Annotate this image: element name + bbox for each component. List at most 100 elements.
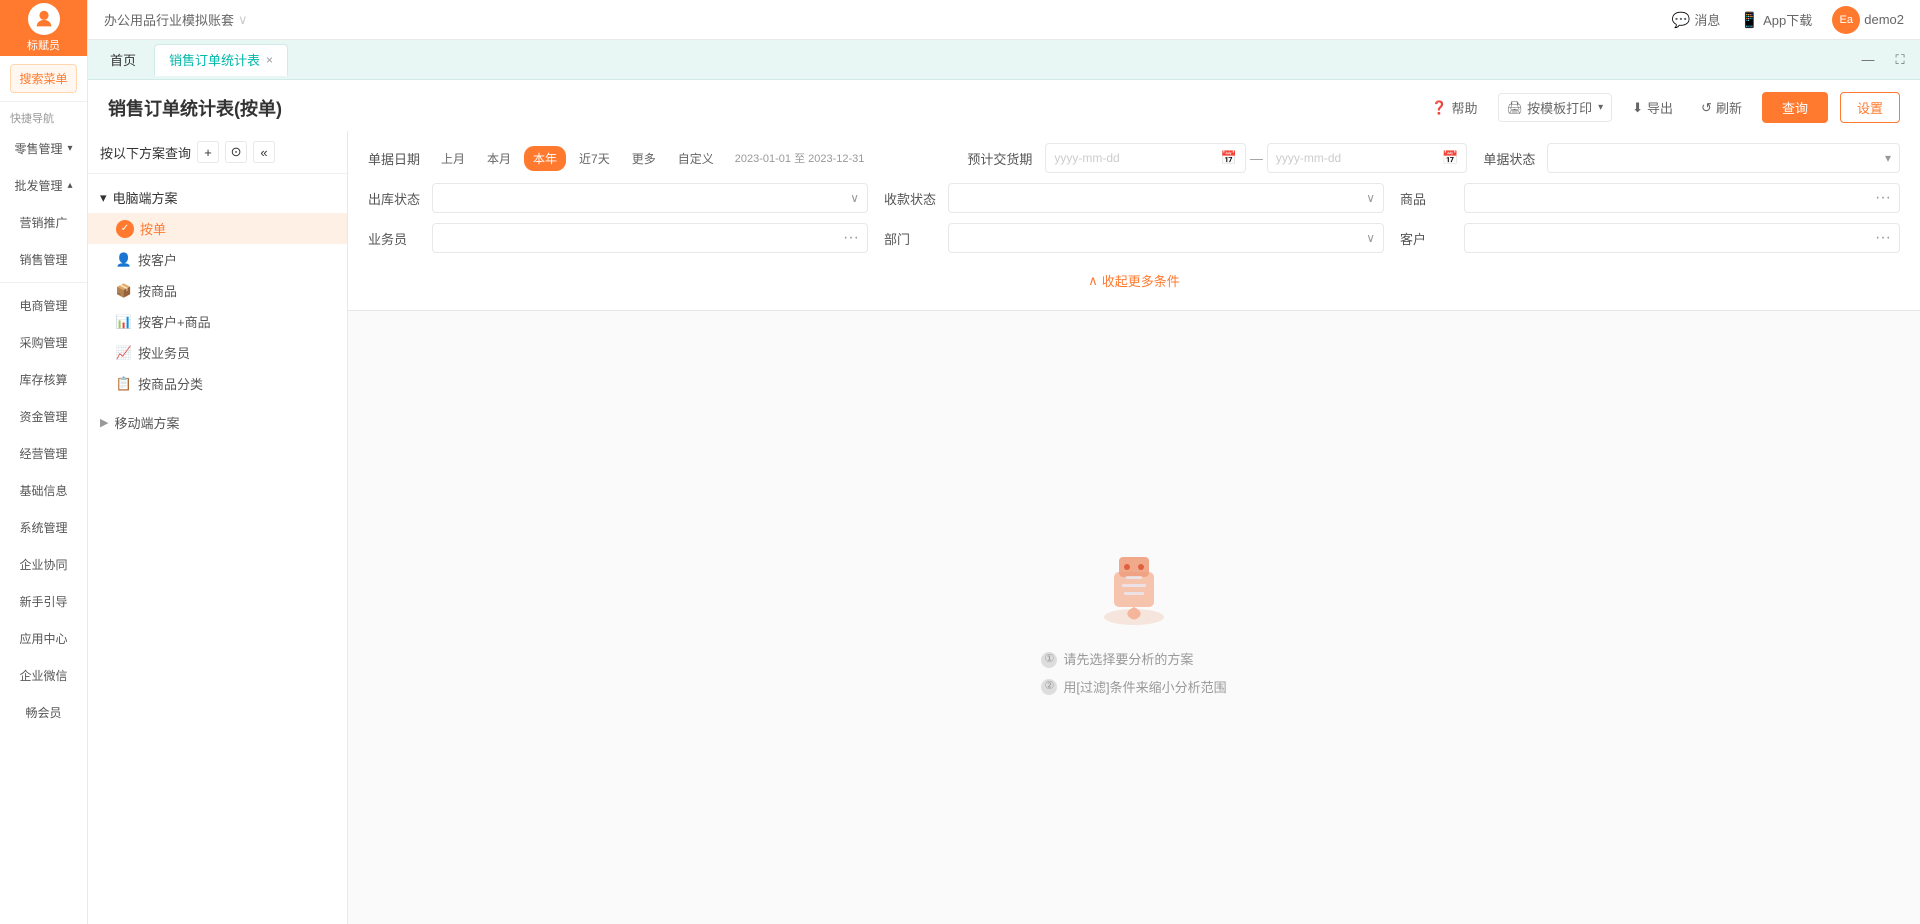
date-btn-more[interactable]: 更多 bbox=[623, 146, 665, 171]
customer-ellipsis: ··· bbox=[1875, 229, 1891, 247]
sidebar-item-inventory-label: 库存核算 bbox=[19, 371, 67, 388]
print-button[interactable]: 🖨 按模板打印 ▾ bbox=[1498, 93, 1613, 122]
app-download-button[interactable]: 📱 App下载 bbox=[1740, 10, 1812, 29]
by-category-icon: 📋 bbox=[116, 376, 132, 392]
scheme-item-by-order[interactable]: ✓ 按单 bbox=[88, 213, 347, 244]
customer-select[interactable]: ··· bbox=[1464, 223, 1900, 253]
sidebar-item-enterprise[interactable]: 企业协同 bbox=[0, 546, 87, 583]
sidebar-logo: 标赋员 bbox=[0, 0, 87, 56]
export-button[interactable]: ⬇ 导出 bbox=[1624, 94, 1681, 121]
sidebar-item-appcenter[interactable]: 应用中心 bbox=[0, 620, 87, 657]
sidebar-item-retail-label: 零售管理 bbox=[14, 140, 62, 157]
tab-maximize-button[interactable]: ⛶ bbox=[1888, 48, 1912, 72]
app-download-icon: 📱 bbox=[1740, 11, 1759, 29]
scheme-item-by-customer-goods[interactable]: 📊 按客户+商品 bbox=[88, 306, 347, 337]
filter-delivery-item: 出库状态 ∨ bbox=[368, 183, 868, 213]
mobile-arrow-icon: ▶ bbox=[100, 416, 108, 429]
filter-section: 单据日期 上月 本月 本年 近7天 更多 自定义 2023-01-01 至 20… bbox=[348, 131, 1920, 311]
edit-scheme-button[interactable]: ⊙ bbox=[225, 141, 247, 163]
query-button[interactable]: 查询 bbox=[1762, 92, 1828, 123]
customer-label: 客户 bbox=[1400, 229, 1456, 248]
pc-scheme-parent[interactable]: ▾ 电脑端方案 bbox=[88, 182, 347, 213]
tab-home-label: 首页 bbox=[110, 50, 136, 69]
sidebar-item-ecommerce-label: 电商管理 bbox=[19, 297, 67, 314]
logo-text: 标赋员 bbox=[27, 37, 60, 53]
tab-home[interactable]: 首页 bbox=[96, 44, 150, 76]
refresh-button[interactable]: ↺ 刷新 bbox=[1693, 94, 1750, 121]
scheme-item-by-customer[interactable]: 👤 按客户 bbox=[88, 244, 347, 275]
sidebar-item-marketing[interactable]: 营销推广 bbox=[0, 204, 87, 241]
sidebar-item-retail[interactable]: 零售管理 ▾ bbox=[0, 130, 87, 167]
date-btn-last7[interactable]: 近7天 bbox=[570, 146, 619, 171]
sidebar-item-wholesale[interactable]: 批发管理 ▴ bbox=[0, 167, 87, 204]
num-2-text: ② bbox=[1044, 677, 1054, 697]
date-btn-this-month[interactable]: 本月 bbox=[478, 146, 520, 171]
breadcrumb-arrow-icon[interactable]: ∨ bbox=[238, 12, 248, 28]
expected-date-start-input[interactable]: yyyy-mm-dd 📅 bbox=[1045, 143, 1246, 173]
expected-date-end-input[interactable]: yyyy-mm-dd 📅 bbox=[1267, 143, 1468, 173]
filter-salesman-item: 业务员 ··· bbox=[368, 223, 868, 253]
filter-goods-item: 商品 ··· bbox=[1400, 183, 1900, 213]
scheme-item-by-category[interactable]: 📋 按商品分类 bbox=[88, 368, 347, 399]
sidebar-item-newbie[interactable]: 新手引导 bbox=[0, 583, 87, 620]
sidebar-item-enterprise-label: 企业协同 bbox=[19, 556, 67, 573]
date-btn-last-month[interactable]: 上月 bbox=[432, 146, 474, 171]
tab-sales-stats-label: 销售订单统计表 bbox=[169, 50, 260, 69]
status-label: 单据状态 bbox=[1483, 149, 1539, 168]
tab-sales-stats[interactable]: 销售订单统计表 × bbox=[154, 44, 288, 76]
filter-department-item: 部门 ∨ bbox=[884, 223, 1384, 253]
user-profile-button[interactable]: Ea demo2 bbox=[1832, 6, 1904, 34]
goods-select[interactable]: ··· bbox=[1464, 183, 1900, 213]
salesman-select[interactable]: ··· bbox=[432, 223, 868, 253]
empty-num-1: ① bbox=[1041, 652, 1057, 668]
scheme-item-by-goods[interactable]: 📦 按商品 bbox=[88, 275, 347, 306]
tab-close-icon[interactable]: × bbox=[266, 53, 273, 67]
sidebar-item-basicinfo[interactable]: 基础信息 bbox=[0, 472, 87, 509]
search-menu-button[interactable]: 搜索菜单 bbox=[10, 64, 77, 93]
help-button[interactable]: ❓ 帮助 bbox=[1423, 94, 1485, 121]
add-scheme-button[interactable]: + bbox=[197, 141, 219, 163]
date-separator: — bbox=[1250, 151, 1263, 166]
payment-select[interactable]: ∨ bbox=[948, 183, 1384, 213]
sidebar-item-inventory[interactable]: 库存核算 bbox=[0, 361, 87, 398]
date-btn-custom[interactable]: 自定义 bbox=[669, 146, 723, 171]
delivery-select[interactable]: ∨ bbox=[432, 183, 868, 213]
collapse-bar[interactable]: ∧ 收起更多条件 bbox=[368, 263, 1900, 298]
sidebar-item-finance[interactable]: 资金管理 bbox=[0, 398, 87, 435]
scheme-item-by-salesman[interactable]: 📈 按业务员 bbox=[88, 337, 347, 368]
sidebar-item-sysmanage[interactable]: 系统管理 bbox=[0, 509, 87, 546]
status-select[interactable]: ▾ bbox=[1547, 143, 1900, 173]
sidebar-item-wholesale-label: 批发管理 bbox=[14, 177, 62, 194]
num-1-text: ① bbox=[1044, 650, 1054, 670]
salesman-label: 业务员 bbox=[368, 229, 424, 248]
print-icon: 🖨 bbox=[1507, 100, 1524, 116]
sidebar-item-operations[interactable]: 经营管理 bbox=[0, 435, 87, 472]
message-button[interactable]: 💬 消息 bbox=[1672, 10, 1721, 29]
collapse-panel-button[interactable]: « bbox=[253, 141, 275, 163]
add-icon: + bbox=[204, 145, 212, 160]
settings-label: 设置 bbox=[1857, 101, 1883, 116]
date-btn-this-year[interactable]: 本年 bbox=[524, 146, 566, 171]
by-customer-goods-icon: 📊 bbox=[116, 314, 132, 330]
active-scheme-indicator: ✓ bbox=[116, 220, 134, 238]
sidebar-item-vip[interactable]: 畅会员 bbox=[0, 694, 87, 731]
sidebar-item-ecommerce[interactable]: 电商管理 bbox=[0, 287, 87, 324]
department-select[interactable]: ∨ bbox=[948, 223, 1384, 253]
status-dropdown-icon: ▾ bbox=[1885, 151, 1891, 165]
filter-row-3: 业务员 ··· 部门 ∨ bbox=[368, 223, 1900, 253]
mobile-scheme-section[interactable]: ▶ 移动端方案 bbox=[88, 407, 347, 438]
tab-minimize-button[interactable]: — bbox=[1856, 48, 1880, 72]
user-avatar-text: Ea bbox=[1840, 14, 1853, 26]
calendar-start-icon: 📅 bbox=[1221, 150, 1237, 166]
message-label: 消息 bbox=[1694, 10, 1720, 29]
sidebar-item-wechat[interactable]: 企业微信 bbox=[0, 657, 87, 694]
delivery-dropdown-icon: ∨ bbox=[850, 191, 859, 205]
sidebar-item-vip-label: 畅会员 bbox=[25, 704, 61, 721]
sidebar-item-purchase[interactable]: 采购管理 bbox=[0, 324, 87, 361]
by-customer-icon: 👤 bbox=[116, 252, 132, 268]
settings-button[interactable]: 设置 bbox=[1840, 92, 1900, 123]
help-label: 帮助 bbox=[1452, 98, 1478, 117]
sidebar-item-sales[interactable]: 销售管理 bbox=[0, 241, 87, 278]
print-dropdown-icon: ▾ bbox=[1598, 102, 1603, 113]
filter-row-1: 单据日期 上月 本月 本年 近7天 更多 自定义 2023-01-01 至 20… bbox=[368, 143, 1900, 173]
